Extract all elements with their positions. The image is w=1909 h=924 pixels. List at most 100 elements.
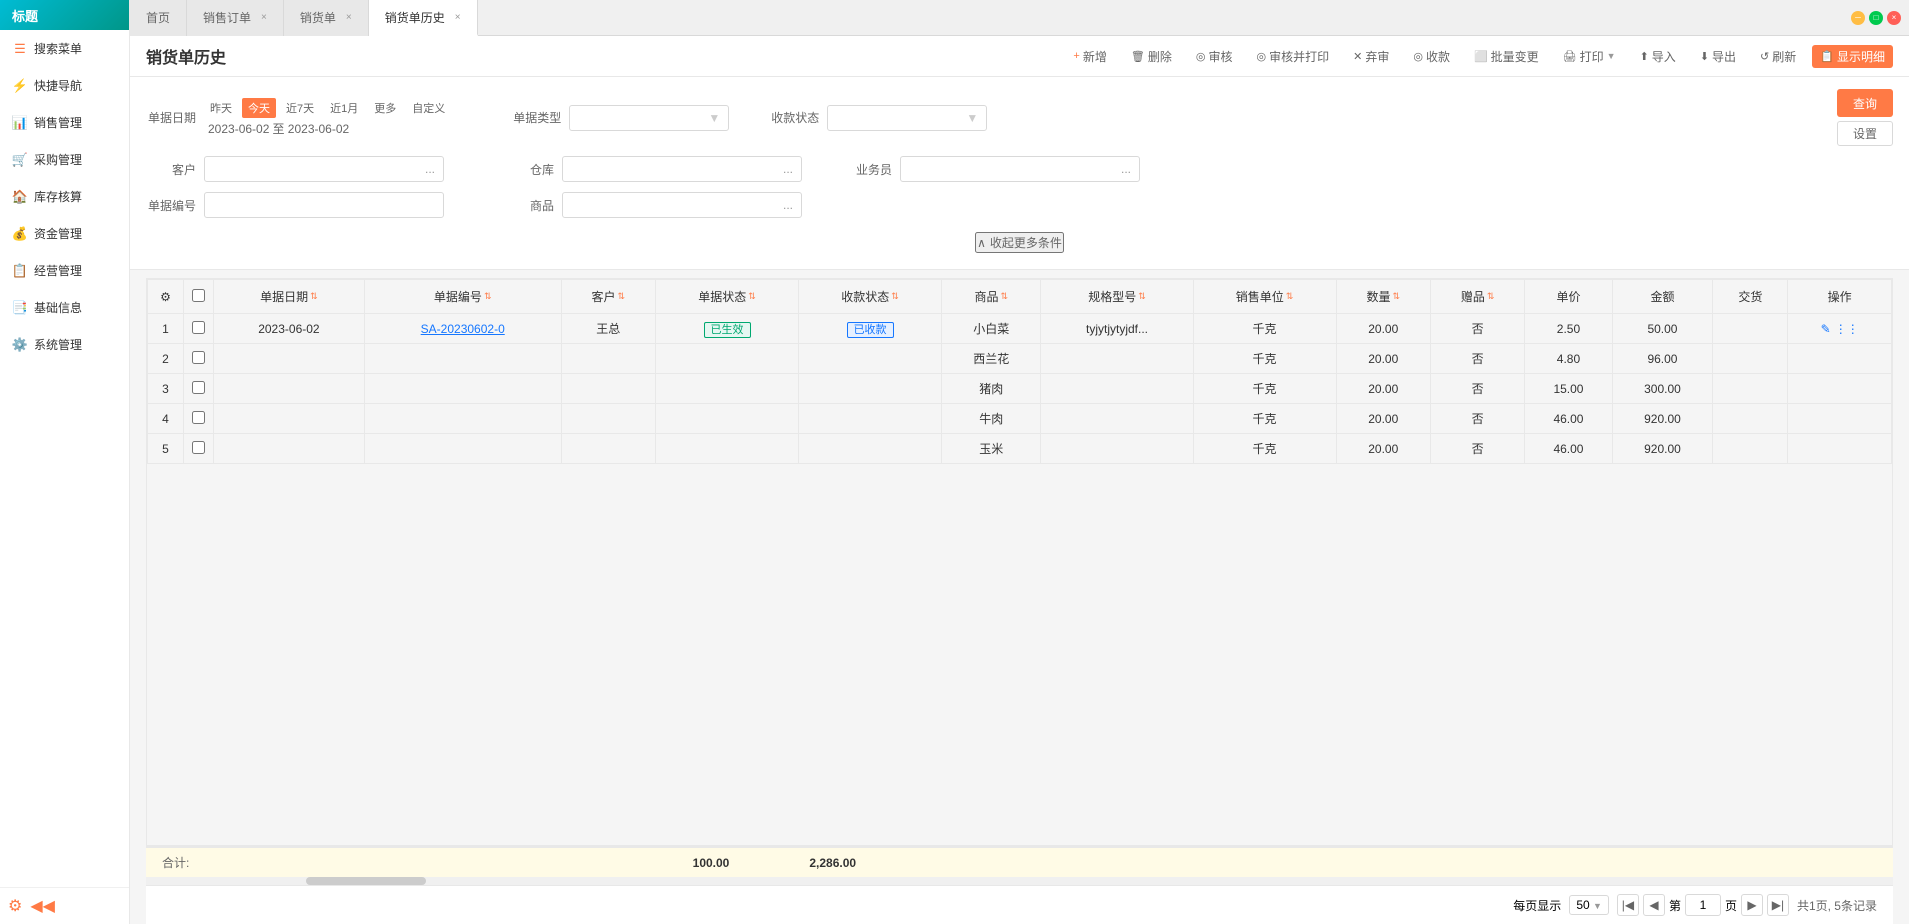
discard-button[interactable]: ✕ 弃审 xyxy=(1345,45,1397,68)
th-sales-unit[interactable]: 销售单位 ⇅ xyxy=(1193,280,1336,314)
more-icon[interactable]: ⋮⋮ xyxy=(1835,322,1859,336)
add-button[interactable]: + 新增 xyxy=(1065,45,1114,68)
page-first-btn[interactable]: |◀ xyxy=(1617,894,1639,916)
customer-dots[interactable]: ... xyxy=(425,162,435,176)
th-quantity[interactable]: 数量 ⇅ xyxy=(1336,280,1430,314)
sort-doc-date[interactable]: 单据日期 ⇅ xyxy=(220,288,358,305)
th-checkbox[interactable] xyxy=(184,280,214,314)
cell-checkbox[interactable] xyxy=(184,314,214,344)
th-doc-date[interactable]: 单据日期 ⇅ xyxy=(214,280,365,314)
cell-checkbox[interactable] xyxy=(184,374,214,404)
shortcut-7days[interactable]: 近7天 xyxy=(280,98,320,118)
shortcut-more[interactable]: 更多 xyxy=(368,98,402,118)
sort-collect-status[interactable]: 收款状态 ⇅ xyxy=(805,288,935,305)
horizontal-scrollbar[interactable] xyxy=(146,877,1893,885)
sidebar-item-basic-info[interactable]: 📑 基础信息 xyxy=(0,289,129,326)
product-dots[interactable]: ... xyxy=(783,198,793,212)
salesperson-dots[interactable]: ... xyxy=(1121,162,1131,176)
th-product[interactable]: 商品 ⇅ xyxy=(942,280,1041,314)
sort-spec-type[interactable]: 规格型号 ⇅ xyxy=(1047,288,1186,305)
tab-sales-order[interactable]: 销售订单 × xyxy=(187,0,284,36)
collect-button[interactable]: ◎ 收款 xyxy=(1405,45,1458,68)
shortcut-custom[interactable]: 自定义 xyxy=(406,98,451,118)
cell-doc-no[interactable]: SA-20230602-0 xyxy=(364,314,561,344)
tab-sales-history-close[interactable]: × xyxy=(455,12,461,23)
cell-checkbox[interactable] xyxy=(184,434,214,464)
warehouse-dots[interactable]: ... xyxy=(783,162,793,176)
edit-icon[interactable]: ✎ xyxy=(1821,322,1831,336)
sidebar-item-quick-nav[interactable]: ⚡ 快捷导航 xyxy=(0,67,129,104)
sidebar-item-purchase[interactable]: 🛒 采购管理 xyxy=(0,141,129,178)
warehouse-input[interactable]: ... xyxy=(562,156,802,182)
import-button[interactable]: ⬆ 导入 xyxy=(1632,45,1684,68)
sort-doc-no[interactable]: 单据编号 ⇅ xyxy=(371,288,555,305)
doc-no-input[interactable] xyxy=(204,192,444,218)
shortcut-yesterday[interactable]: 昨天 xyxy=(204,98,238,118)
sort-doc-status[interactable]: 单据状态 ⇅ xyxy=(662,288,792,305)
page-number-input[interactable] xyxy=(1685,894,1721,916)
sidebar-item-search-menu[interactable]: ☰ 搜索菜单 xyxy=(0,30,129,67)
sidebar-collapse-icon[interactable]: ◀◀ xyxy=(30,896,55,916)
th-doc-no[interactable]: 单据编号 ⇅ xyxy=(364,280,561,314)
doc-no-link[interactable]: SA-20230602-0 xyxy=(421,322,505,336)
tab-sales-history[interactable]: 销货单历史 × xyxy=(369,0,478,36)
page-last-btn[interactable]: ▶| xyxy=(1767,894,1789,916)
page-prev-btn[interactable]: ◀ xyxy=(1643,894,1665,916)
th-collect-status[interactable]: 收款状态 ⇅ xyxy=(799,280,942,314)
th-doc-status[interactable]: 单据状态 ⇅ xyxy=(656,280,799,314)
query-button[interactable]: 查询 xyxy=(1837,89,1893,117)
row-checkbox[interactable] xyxy=(192,441,205,454)
window-close-btn[interactable]: × xyxy=(1887,11,1901,25)
window-minimize-btn[interactable]: ─ xyxy=(1851,11,1865,25)
row-checkbox[interactable] xyxy=(192,381,205,394)
sidebar-item-sys-mgmt[interactable]: ⚙️ 系统管理 xyxy=(0,326,129,363)
export-button[interactable]: ⬇ 导出 xyxy=(1692,45,1744,68)
audit-print-button[interactable]: ◎ 审核并打印 xyxy=(1248,45,1337,68)
sort-quantity[interactable]: 数量 ⇅ xyxy=(1343,288,1424,305)
sidebar-settings-icon[interactable]: ⚙ xyxy=(8,896,22,916)
sidebar-item-finance[interactable]: 💰 资金管理 xyxy=(0,215,129,252)
window-maximize-btn[interactable]: □ xyxy=(1869,11,1883,25)
row-checkbox[interactable] xyxy=(192,351,205,364)
delete-button[interactable]: 🗑 删除 xyxy=(1123,45,1180,68)
customer-input[interactable]: ... xyxy=(204,156,444,182)
th-gift[interactable]: 赠品 ⇅ xyxy=(1430,280,1524,314)
sort-sales-unit[interactable]: 销售单位 ⇅ xyxy=(1200,288,1330,305)
sort-customer[interactable]: 客户 ⇅ xyxy=(568,288,649,305)
sidebar-item-inventory[interactable]: 🏠 库存核算 xyxy=(0,178,129,215)
collapse-button[interactable]: ∧ 收起更多条件 xyxy=(975,232,1064,253)
cell-sales-unit: 千克 xyxy=(1193,314,1336,344)
select-all-checkbox[interactable] xyxy=(192,289,205,302)
sort-product[interactable]: 商品 ⇅ xyxy=(948,288,1034,305)
scrollbar-thumb[interactable] xyxy=(306,877,426,885)
row-checkbox[interactable] xyxy=(192,321,205,334)
th-spec-type[interactable]: 规格型号 ⇅ xyxy=(1041,280,1193,314)
audit-button[interactable]: ◎ 审核 xyxy=(1188,45,1241,68)
shortcut-1month[interactable]: 近1月 xyxy=(324,98,364,118)
doc-type-select[interactable]: ▼ xyxy=(569,105,729,131)
batch-change-button[interactable]: ⬜ 批量变更 xyxy=(1466,45,1547,68)
table-settings-icon[interactable]: ⚙ xyxy=(160,290,171,304)
salesperson-input[interactable]: ... xyxy=(900,156,1140,182)
filter-settings-button[interactable]: 设置 xyxy=(1837,121,1893,146)
page-size-select[interactable]: 50 ▼ xyxy=(1569,895,1609,915)
product-input[interactable]: ... xyxy=(562,192,802,218)
tab-sales-delivery-close[interactable]: × xyxy=(346,12,352,23)
sort-gift[interactable]: 赠品 ⇅ xyxy=(1437,288,1518,305)
sidebar-item-operations[interactable]: 📋 经营管理 xyxy=(0,252,129,289)
th-settings[interactable]: ⚙ xyxy=(148,280,184,314)
row-checkbox[interactable] xyxy=(192,411,205,424)
sidebar-item-sales[interactable]: 📊 销售管理 xyxy=(0,104,129,141)
show-detail-button[interactable]: 📋 显示明细 xyxy=(1812,45,1893,68)
cell-checkbox[interactable] xyxy=(184,344,214,374)
tab-home[interactable]: 首页 xyxy=(130,0,187,36)
collect-status-select[interactable]: ▼ xyxy=(827,105,987,131)
tab-sales-delivery[interactable]: 销货单 × xyxy=(284,0,369,36)
shortcut-today[interactable]: 今天 xyxy=(242,98,276,118)
th-customer[interactable]: 客户 ⇅ xyxy=(561,280,655,314)
print-button[interactable]: 🖨 打印 ▼ xyxy=(1555,45,1624,68)
refresh-button[interactable]: ↺ 刷新 xyxy=(1752,45,1804,68)
tab-sales-order-close[interactable]: × xyxy=(261,12,267,23)
page-next-btn[interactable]: ▶ xyxy=(1741,894,1763,916)
cell-checkbox[interactable] xyxy=(184,404,214,434)
